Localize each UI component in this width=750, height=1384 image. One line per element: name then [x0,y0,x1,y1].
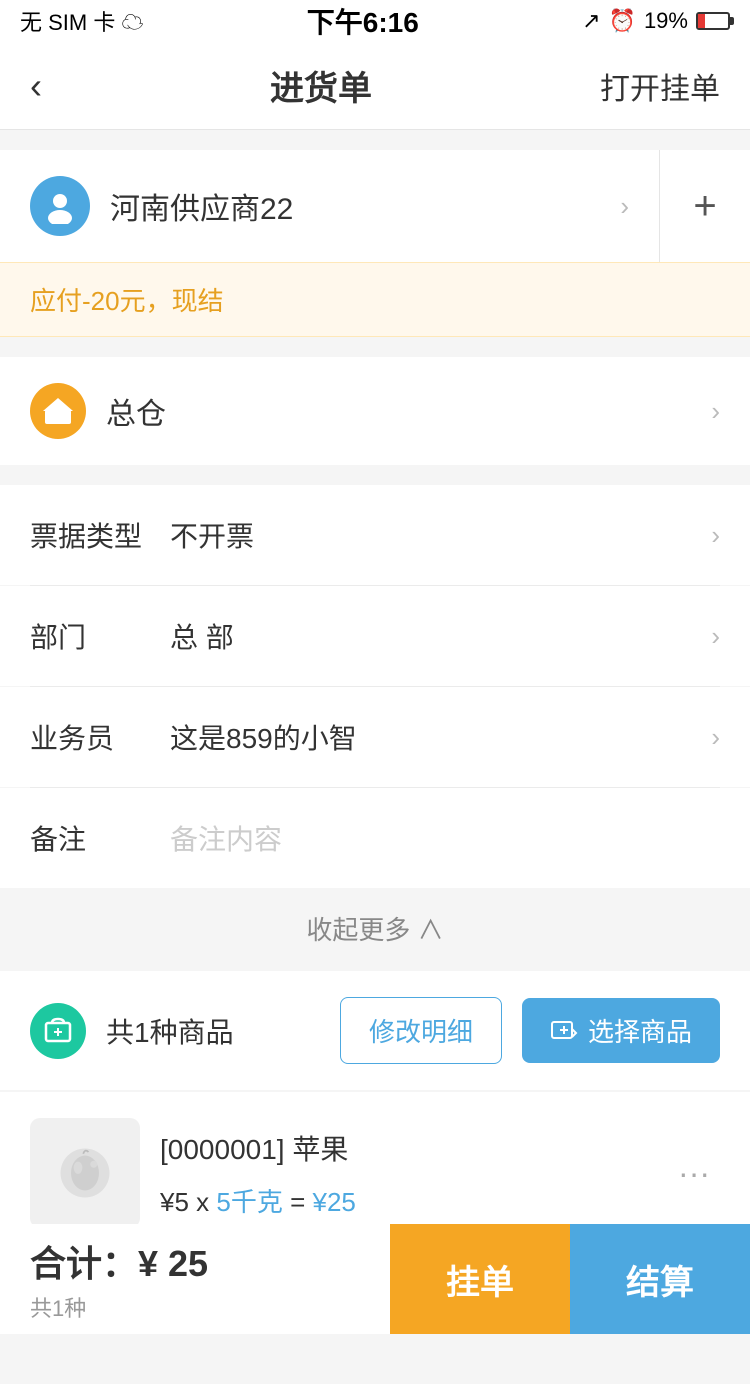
sim-label: 无 SIM 卡 ☁ [20,5,143,37]
invoice-type-chevron-icon: › [711,520,720,551]
department-value: 总 部 [170,616,691,656]
product-price-row: ¥5 x 5千克 = ¥25 [160,1182,648,1219]
salesperson-row[interactable]: 业务员 这是859的小智 › [0,687,750,787]
product-subtotal: ¥25 [313,1187,356,1217]
product-more-button[interactable]: ··· [668,1145,720,1202]
supplier-selector[interactable]: 河南供应商22 › [0,150,660,262]
back-button[interactable]: ‹ [30,65,42,107]
total-label: 合计： [30,1243,138,1284]
product-unit-price: ¥5 x [160,1187,216,1217]
warehouse-icon [30,383,86,439]
products-header: 共1种商品 修改明细 选择商品 [0,971,750,1090]
supplier-section: 河南供应商22 › + [0,150,750,262]
suspend-button[interactable]: 挂单 [390,1224,570,1334]
select-product-button[interactable]: 选择商品 [522,998,720,1063]
status-time: 下午6:16 [307,1,419,41]
total-section: 合计：¥ 25 共1种 [0,1224,390,1334]
total-amount: ¥ 25 [138,1243,208,1284]
total-amount-row: 合计：¥ 25 [30,1235,360,1287]
invoice-type-label: 票据类型 [30,515,150,555]
status-bar: 无 SIM 卡 ☁ 下午6:16 ↗ ⏰ 19% [0,0,750,42]
products-count: 共1种商品 [106,1011,320,1051]
remark-input[interactable]: 备注内容 [170,818,720,858]
salesperson-label: 业务员 [30,717,150,757]
collapse-bar[interactable]: 收起更多 ∧ [0,888,750,969]
battery-icon [696,12,730,30]
invoice-type-value: 不开票 [170,515,691,555]
location-icon: ↗ [582,8,600,34]
department-row[interactable]: 部门 总 部 › [0,586,750,686]
product-info: [0000001] 苹果 ¥5 x 5千克 = ¥25 [160,1128,648,1219]
product-name: [0000001] 苹果 [160,1128,648,1168]
alarm-icon: ⏰ [609,8,636,34]
gap-3 [0,465,750,485]
checkout-button[interactable]: 结算 [570,1224,750,1334]
bottom-bar: 合计：¥ 25 共1种 挂单 结算 [0,1224,750,1334]
product-equals: = [290,1187,312,1217]
department-label: 部门 [30,616,150,656]
product-thumbnail [30,1118,140,1228]
edit-detail-button[interactable]: 修改明细 [340,997,502,1064]
notice-bar: 应付-20元，现结 [0,262,750,337]
gap-2 [0,337,750,357]
remark-row[interactable]: 备注 备注内容 [0,788,750,888]
status-left: 无 SIM 卡 ☁ [20,5,143,37]
products-icon [30,1003,86,1059]
page-title: 进货单 [270,61,372,110]
form-section: 票据类型 不开票 › 部门 总 部 › 业务员 这是859的小智 › 备注 备注… [0,485,750,888]
salesperson-chevron-icon: › [711,722,720,753]
add-supplier-button[interactable]: + [660,150,750,262]
remark-label: 备注 [30,818,150,858]
supplier-chevron-icon: › [620,191,629,222]
total-count: 共1种 [30,1291,360,1323]
nav-bar: ‹ 进货单 打开挂单 [0,42,750,130]
warehouse-chevron-icon: › [711,396,720,427]
warehouse-name: 总仓 [106,389,691,433]
open-pending-button[interactable]: 打开挂单 [600,64,720,108]
warehouse-row[interactable]: 总仓 › [0,357,750,465]
product-quantity: 5千克 [216,1187,282,1217]
battery-label: 19% [644,8,688,34]
status-right: ↗ ⏰ 19% [582,8,730,34]
invoice-type-row[interactable]: 票据类型 不开票 › [0,485,750,585]
supplier-name: 河南供应商22 [110,184,600,228]
gap-1 [0,130,750,150]
supplier-avatar [30,176,90,236]
salesperson-value: 这是859的小智 [170,717,691,757]
select-product-label: 选择商品 [588,1012,692,1049]
department-chevron-icon: › [711,621,720,652]
